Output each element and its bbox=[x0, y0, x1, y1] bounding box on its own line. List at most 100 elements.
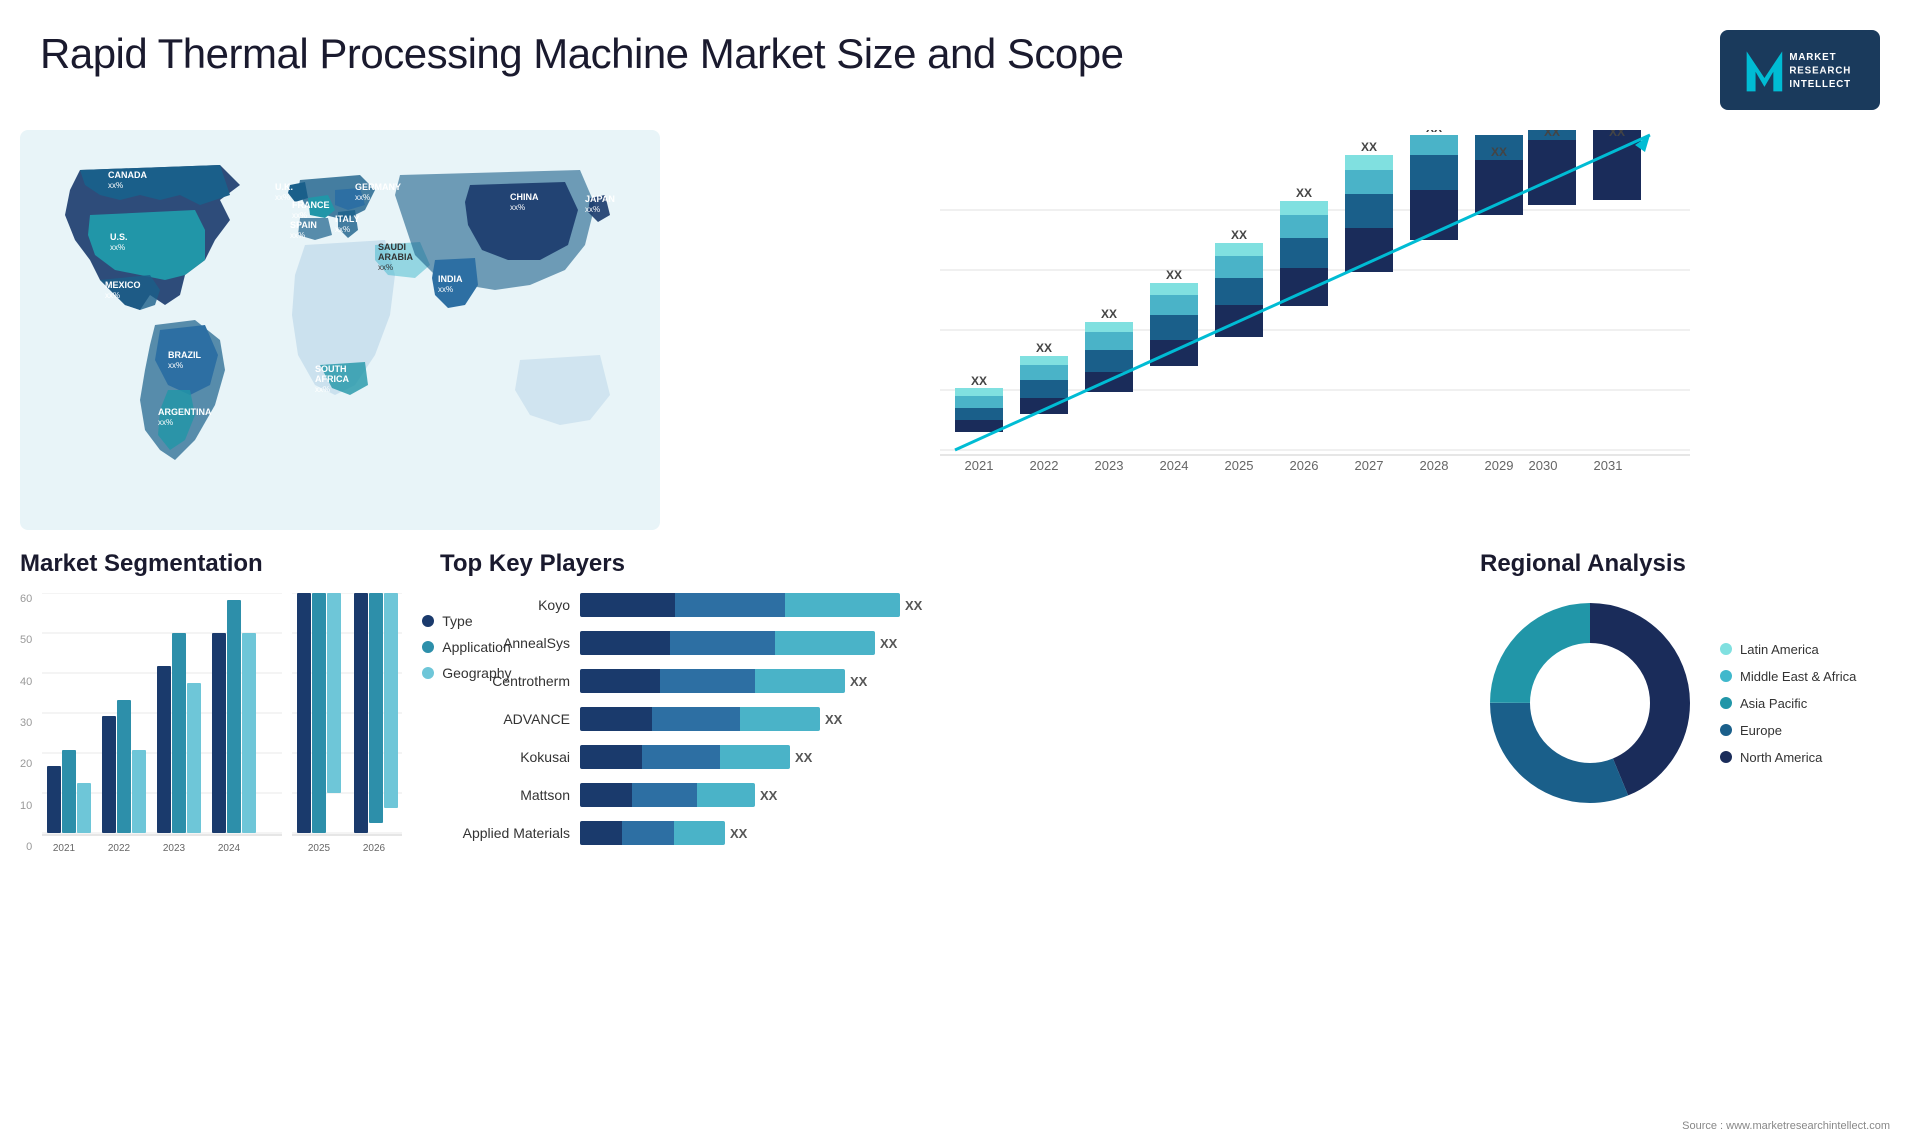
player-bar-wrap-mattson: XX bbox=[580, 783, 1460, 807]
seg-y-axis: 60 50 40 30 20 10 0 bbox=[20, 593, 32, 873]
world-map-svg: CANADA xx% U.S. xx% MEXICO xx% BRAZIL xx… bbox=[20, 120, 660, 540]
page-title: Rapid Thermal Processing Machine Market … bbox=[40, 30, 1123, 78]
top-content: CANADA xx% U.S. xx% MEXICO xx% BRAZIL xx… bbox=[0, 120, 1920, 540]
player-bar-wrap-koyo: XX bbox=[580, 593, 1460, 617]
svg-text:xx%: xx% bbox=[168, 361, 183, 370]
svg-text:xx%: xx% bbox=[158, 418, 173, 427]
type-dot bbox=[422, 615, 434, 627]
asia-pacific-dot bbox=[1720, 697, 1732, 709]
player-name-annealsys: AnnealSys bbox=[440, 635, 570, 651]
svg-text:2021: 2021 bbox=[53, 843, 76, 854]
player-name-applied: Applied Materials bbox=[440, 825, 570, 841]
player-bar-wrap-applied: XX bbox=[580, 821, 1460, 845]
svg-text:RESEARCH: RESEARCH bbox=[1789, 66, 1851, 77]
market-growth-chart: 2021 XX 2022 XX 2023 XX 2024 XX bbox=[700, 130, 1880, 530]
svg-text:2024: 2024 bbox=[1160, 458, 1189, 473]
logo-box: MARKET RESEARCH INTELLECT bbox=[1720, 30, 1880, 110]
svg-text:xx%: xx% bbox=[275, 193, 290, 202]
player-val-centrotherm: XX bbox=[850, 674, 867, 689]
svg-text:XX: XX bbox=[1036, 341, 1052, 355]
player-val-mattson: XX bbox=[760, 788, 777, 803]
svg-text:MEXICO: MEXICO bbox=[105, 280, 141, 290]
player-name-mattson: Mattson bbox=[440, 787, 570, 803]
svg-text:2022: 2022 bbox=[108, 843, 131, 854]
mea-dot bbox=[1720, 670, 1732, 682]
players-section: Top Key Players Koyo XX AnnealSys bbox=[440, 550, 1460, 1120]
player-row-applied: Applied Materials XX bbox=[440, 821, 1460, 845]
y-label-10: 10 bbox=[20, 800, 32, 812]
world-map-section: CANADA xx% U.S. xx% MEXICO xx% BRAZIL xx… bbox=[20, 120, 660, 540]
svg-text:XX: XX bbox=[1426, 130, 1442, 135]
svg-text:xx%: xx% bbox=[438, 285, 453, 294]
bar-seg2 bbox=[632, 783, 697, 807]
logo-area: MARKET RESEARCH INTELLECT bbox=[1720, 30, 1880, 110]
bar-seg1 bbox=[580, 707, 652, 731]
y-label-30: 30 bbox=[20, 717, 32, 729]
svg-text:XX: XX bbox=[1361, 140, 1377, 154]
donut-wrap: Latin America Middle East & Africa Asia … bbox=[1480, 593, 1900, 813]
svg-text:2029: 2029 bbox=[1485, 458, 1514, 473]
bar-seg2 bbox=[652, 707, 740, 731]
svg-text:XX: XX bbox=[1544, 130, 1560, 139]
bar-seg1 bbox=[580, 631, 670, 655]
geography-dot bbox=[422, 667, 434, 679]
legend-mea: Middle East & Africa bbox=[1720, 669, 1856, 684]
asia-pacific-label: Asia Pacific bbox=[1740, 696, 1807, 711]
svg-text:2023: 2023 bbox=[1095, 458, 1124, 473]
svg-text:CHINA: CHINA bbox=[510, 192, 539, 202]
svg-text:SOUTH: SOUTH bbox=[315, 364, 347, 374]
svg-text:xx%: xx% bbox=[510, 203, 525, 212]
player-bar-centrotherm bbox=[580, 669, 845, 693]
player-bar-annealsys bbox=[580, 631, 875, 655]
legend-latin-america: Latin America bbox=[1720, 642, 1856, 657]
svg-text:2025: 2025 bbox=[308, 843, 331, 854]
bar-chart-section: 2021 XX 2022 XX 2023 XX 2024 XX bbox=[680, 120, 1900, 540]
bar-seg2 bbox=[642, 745, 720, 769]
bar-seg2 bbox=[622, 821, 674, 845]
player-row-advance: ADVANCE XX bbox=[440, 707, 1460, 731]
latin-america-dot bbox=[1720, 643, 1732, 655]
player-bar-advance bbox=[580, 707, 820, 731]
seg-chart-svg: 2021 2022 2023 2024 bbox=[42, 593, 282, 893]
bar-seg1 bbox=[580, 593, 675, 617]
svg-text:AFRICA: AFRICA bbox=[315, 374, 349, 384]
bar-seg2 bbox=[660, 669, 755, 693]
segmentation-section: Market Segmentation 60 50 40 30 20 10 0 bbox=[20, 550, 420, 1120]
player-row-mattson: Mattson XX bbox=[440, 783, 1460, 807]
north-america-dot bbox=[1720, 751, 1732, 763]
player-name-koyo: Koyo bbox=[440, 597, 570, 613]
players-bars: Koyo XX AnnealSys bbox=[440, 593, 1460, 845]
player-bar-applied bbox=[580, 821, 725, 845]
header: Rapid Thermal Processing Machine Market … bbox=[0, 0, 1920, 120]
svg-text:JAPAN: JAPAN bbox=[585, 194, 615, 204]
legend-north-america: North America bbox=[1720, 750, 1856, 765]
svg-text:2030: 2030 bbox=[1529, 458, 1558, 473]
seg-chart-svg2: 2025 2026 bbox=[292, 593, 402, 893]
application-dot bbox=[422, 641, 434, 653]
svg-text:XX: XX bbox=[1609, 130, 1625, 139]
player-row-koyo: Koyo XX bbox=[440, 593, 1460, 617]
svg-text:ARABIA: ARABIA bbox=[378, 252, 413, 262]
player-bar-wrap-advance: XX bbox=[580, 707, 1460, 731]
bar-seg3 bbox=[755, 669, 845, 693]
svg-text:2028: 2028 bbox=[1420, 458, 1449, 473]
player-val-koyo: XX bbox=[905, 598, 922, 613]
player-row-annealsys: AnnealSys XX bbox=[440, 631, 1460, 655]
svg-text:XX: XX bbox=[1166, 268, 1182, 282]
donut-chart bbox=[1480, 593, 1700, 813]
svg-text:2024: 2024 bbox=[218, 843, 241, 854]
svg-text:INTELLECT: INTELLECT bbox=[1789, 79, 1851, 90]
player-name-centrotherm: Centrotherm bbox=[440, 673, 570, 689]
player-bar-wrap-annealsys: XX bbox=[580, 631, 1460, 655]
bar-seg1 bbox=[580, 745, 642, 769]
player-row-centrotherm: Centrotherm XX bbox=[440, 669, 1460, 693]
y-label-40: 40 bbox=[20, 676, 32, 688]
svg-text:INDIA: INDIA bbox=[438, 274, 463, 284]
player-val-applied: XX bbox=[730, 826, 747, 841]
svg-text:XX: XX bbox=[1101, 307, 1117, 321]
svg-text:xx%: xx% bbox=[108, 181, 123, 190]
seg-bars-extended: 2025 2026 bbox=[292, 593, 402, 898]
svg-text:xx%: xx% bbox=[335, 225, 350, 234]
svg-text:XX: XX bbox=[971, 374, 987, 388]
latin-america-label: Latin America bbox=[1740, 642, 1819, 657]
